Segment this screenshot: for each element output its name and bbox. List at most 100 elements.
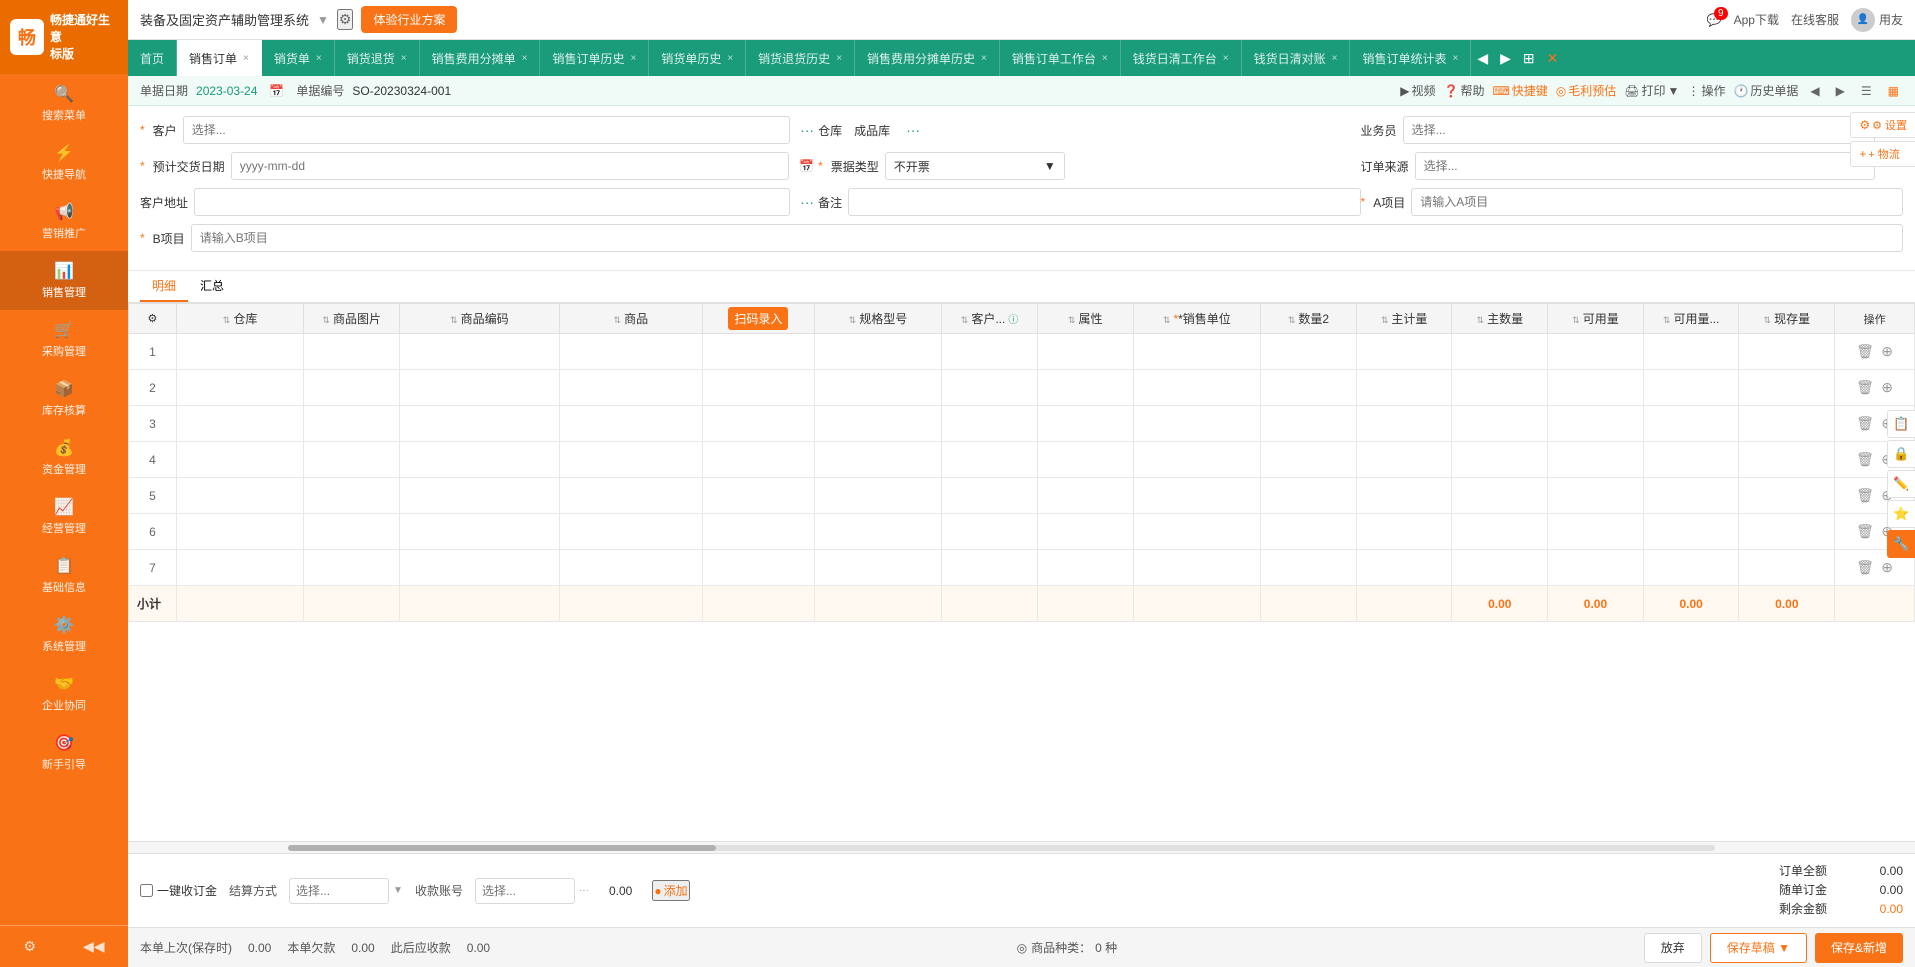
tab-stats[interactable]: 销售订单统计表 ×	[1350, 40, 1471, 76]
sidebar-item-basic[interactable]: 📋 基础信息	[0, 546, 128, 605]
row-customer[interactable]	[942, 514, 1038, 550]
tab-expense-history-close[interactable]: ×	[981, 53, 987, 64]
operate-btn[interactable]: ⋮ 操作	[1687, 82, 1725, 99]
row-unit[interactable]	[1133, 514, 1261, 550]
row-customer[interactable]	[942, 478, 1038, 514]
row-code[interactable]	[400, 550, 559, 586]
row-code[interactable]	[400, 514, 559, 550]
row-copy-btn[interactable]: ⊕	[1879, 343, 1895, 359]
scroll-thumb[interactable]	[288, 845, 716, 851]
row-delete-btn[interactable]: 🗑	[1854, 559, 1876, 575]
address-input[interactable]	[194, 188, 790, 216]
row-avail2[interactable]	[1643, 514, 1739, 550]
tab-next-btn[interactable]: ▶	[1494, 50, 1517, 67]
user-menu[interactable]: 👤 用友	[1851, 8, 1903, 32]
row-scan[interactable]	[703, 514, 815, 550]
delivery-calendar-btn[interactable]: 📅	[795, 159, 818, 173]
row-warehouse[interactable]	[176, 478, 304, 514]
sidebar-item-inventory[interactable]: 📦 库存核算	[0, 369, 128, 428]
project-b-input[interactable]	[191, 224, 1903, 252]
tab-sales-invoice[interactable]: 销货单 ×	[262, 40, 335, 76]
add-logistics-btn[interactable]: + + 物流	[1850, 141, 1915, 167]
row-main-qty[interactable]	[1452, 334, 1548, 370]
row-main-qty[interactable]	[1452, 550, 1548, 586]
row-code[interactable]	[400, 334, 559, 370]
row-qty2[interactable]	[1261, 406, 1357, 442]
row-product[interactable]	[559, 370, 703, 406]
row-unit[interactable]	[1133, 334, 1261, 370]
tab-return-history[interactable]: 销货退货历史 ×	[746, 40, 855, 76]
industry-plan-btn[interactable]: 体验行业方案	[361, 6, 457, 33]
tab-sales-order-history-close[interactable]: ×	[630, 53, 636, 64]
row-stock[interactable]	[1739, 514, 1835, 550]
row-scan[interactable]	[703, 334, 815, 370]
sidebar-item-purchase[interactable]: 🛒 采购管理	[0, 310, 128, 369]
help-btn[interactable]: ❓ 帮助	[1443, 82, 1484, 99]
tab-expand-btn[interactable]: ⊞	[1517, 50, 1541, 67]
row-spec[interactable]	[814, 334, 942, 370]
row-product[interactable]	[559, 442, 703, 478]
tab-sales-invoice-close[interactable]: ×	[316, 53, 322, 64]
sidebar-item-search[interactable]: 🔍 搜索菜单	[0, 74, 128, 133]
calendar-btn[interactable]: 📅	[265, 84, 288, 98]
quick-settle-input[interactable]	[140, 884, 153, 897]
row-avail2[interactable]	[1643, 550, 1739, 586]
row-customer[interactable]	[942, 442, 1038, 478]
row-attr[interactable]	[1037, 514, 1133, 550]
staff-input[interactable]	[1403, 116, 1875, 144]
row-copy-btn[interactable]: ⊕	[1879, 379, 1895, 395]
tab-expense-history[interactable]: 销售费用分摊单历史 ×	[855, 40, 1000, 76]
sidebar-collapse-btn[interactable]: ◀◀	[79, 934, 109, 959]
receipt-account-input[interactable]	[475, 878, 575, 904]
tab-sales-return[interactable]: 销货退货 ×	[335, 40, 420, 76]
row-scan[interactable]	[703, 370, 815, 406]
row-avail2[interactable]	[1643, 370, 1739, 406]
row-stock[interactable]	[1739, 442, 1835, 478]
warehouse-more-btn[interactable]: ···	[902, 122, 924, 138]
row-qty2[interactable]	[1261, 334, 1357, 370]
row-stock[interactable]	[1739, 370, 1835, 406]
quick-settle-checkbox[interactable]: 一键收订金	[140, 882, 217, 899]
sidebar-settings-btn[interactable]: ⚙	[19, 934, 40, 959]
row-main-unit[interactable]	[1356, 550, 1452, 586]
add-settle-btn[interactable]: ● 添加	[652, 880, 689, 901]
row-image[interactable]	[304, 478, 400, 514]
row-customer[interactable]	[942, 550, 1038, 586]
tab-detail[interactable]: 明细	[140, 271, 188, 302]
row-product[interactable]	[559, 406, 703, 442]
app-download-link[interactable]: App下载	[1734, 11, 1779, 28]
save-draft-btn[interactable]: 保存草稿 ▼	[1710, 933, 1807, 963]
th-scan[interactable]: 扫码录入	[703, 304, 815, 334]
row-warehouse[interactable]	[176, 442, 304, 478]
row-spec[interactable]	[814, 442, 942, 478]
th-settings[interactable]: ⚙	[129, 304, 177, 334]
row-customer[interactable]	[942, 370, 1038, 406]
row-unit[interactable]	[1133, 442, 1261, 478]
row-code[interactable]	[400, 478, 559, 514]
next-record-btn[interactable]: ▶	[1832, 84, 1849, 98]
invoice-select[interactable]: 不开票 ▼	[885, 152, 1065, 180]
tab-reconcile-close[interactable]: ×	[1332, 53, 1338, 64]
online-service-link[interactable]: 在线客服	[1791, 11, 1839, 28]
right-panel-btn-3[interactable]: ✏️	[1887, 470, 1915, 498]
row-image[interactable]	[304, 550, 400, 586]
row-avail[interactable]	[1548, 514, 1644, 550]
tab-workbench[interactable]: 销售订单工作台 ×	[1000, 40, 1121, 76]
row-spec[interactable]	[814, 370, 942, 406]
sidebar-item-guide[interactable]: 🎯 新手引导	[0, 723, 128, 782]
sidebar-item-sales[interactable]: 📊 销售管理	[0, 251, 128, 310]
right-panel-btn-5[interactable]: 🔧	[1887, 530, 1915, 558]
topbar-gear-btn[interactable]: ⚙	[337, 9, 354, 30]
row-main-qty[interactable]	[1452, 406, 1548, 442]
row-avail[interactable]	[1548, 550, 1644, 586]
row-main-unit[interactable]	[1356, 334, 1452, 370]
row-product[interactable]	[559, 514, 703, 550]
row-spec[interactable]	[814, 478, 942, 514]
tab-workbench-close[interactable]: ×	[1102, 53, 1108, 64]
row-image[interactable]	[304, 406, 400, 442]
row-copy-btn[interactable]: ⊕	[1879, 559, 1895, 575]
customer-more-btn[interactable]: ···	[796, 122, 818, 138]
row-warehouse[interactable]	[176, 550, 304, 586]
save-new-btn[interactable]: 保存&新增	[1815, 933, 1903, 963]
tab-summary[interactable]: 汇总	[188, 271, 236, 302]
